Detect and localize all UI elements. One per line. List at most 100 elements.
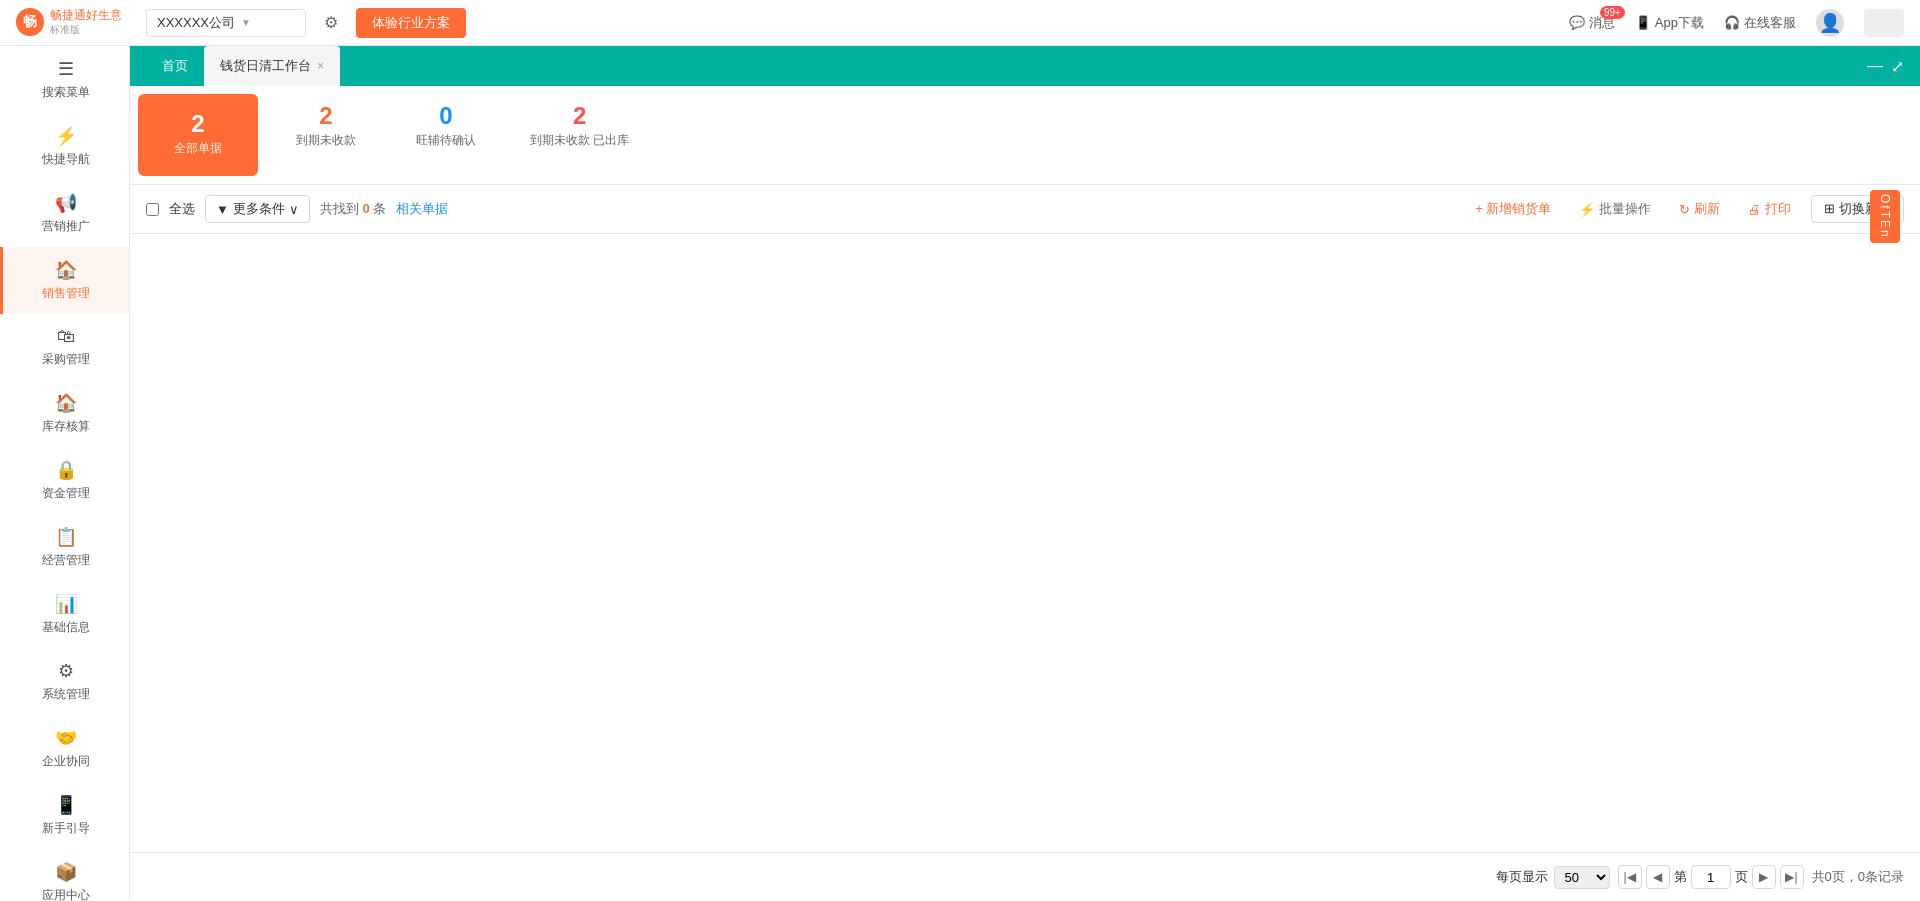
messages-button[interactable]: 💬 消息 99+ [1569,14,1615,32]
page-unit: 页 [1735,868,1748,886]
sidebar-label-finance: 资金管理 [42,485,90,502]
sidebar-label-app-center: 应用中心 [42,887,90,901]
sidebar-icon-marketing: 📢 [55,192,77,214]
next-page-button[interactable]: ▶ [1752,865,1776,889]
sidebar-item-sales[interactable]: 🏠 销售管理 [0,247,129,314]
tab-maximize-btn[interactable]: ⤢ [1891,57,1904,76]
sidebar-icon-enterprise-coop: 🤝 [55,727,77,749]
page-navigation: |◀ ◀ 第 页 ▶ ▶| [1618,865,1804,889]
tab-home-label: 首页 [162,57,188,75]
sidebar-item-quick-nav[interactable]: ⚡ 快捷导航 [0,113,129,180]
sidebar-item-beginner[interactable]: 📱 新手引导 [0,782,129,849]
stat-all-number: 2 [162,110,234,138]
app-download-button[interactable]: 📱 App下载 [1635,14,1704,32]
online-service-button[interactable]: 🎧 在线客服 [1724,14,1796,32]
tab-actions: — ⤢ [1867,57,1904,76]
sidebar-item-app-center[interactable]: 📦 应用中心 [0,849,129,901]
often-badge[interactable]: OfTEn [1870,190,1900,243]
stat-due-unpaid-label: 到期未收款 [290,132,362,149]
print-icon: 🖨 [1748,202,1761,217]
tab-close-icon[interactable]: × [317,59,324,73]
last-page-button[interactable]: ▶| [1780,865,1804,889]
add-sales-order-button[interactable]: + 新增销货单 [1467,196,1559,222]
stat-card-due-unpaid[interactable]: 2 到期未收款 [266,86,386,184]
toolbar-left: 全选 ▼ 更多条件 ∨ 共找到 0 条 相关单据 [146,195,1455,223]
top-right-actions: 💬 消息 99+ 📱 App下载 🎧 在线客服 👤 [1569,9,1904,37]
first-page-button[interactable]: |◀ [1618,865,1642,889]
chevron-down-icon: ▼ [241,17,251,28]
sidebar-item-finance[interactable]: 🔒 资金管理 [0,447,129,514]
logo-tag: 标准版 [50,23,122,37]
page-label: 第 [1674,868,1687,886]
tab-workbench[interactable]: 钱货日清工作台 × [204,46,340,86]
toolbar-right: + 新增销货单 ⚡ 批量操作 ↻ 刷新 🖨 打印 ⊞ [1467,195,1904,223]
logo-icon: 畅 [16,8,44,36]
stat-pending-label: 旺辅待确认 [410,132,482,149]
sidebar-label-purchase: 采购管理 [42,351,90,368]
pagination: 每页显示 50 20 100 |◀ ◀ 第 页 ▶ ▶| 共0页，0条记 [130,852,1920,901]
sidebar-item-marketing[interactable]: 📢 营销推广 [0,180,129,247]
total-info: 共0页，0条记录 [1812,868,1904,886]
top-bar: 畅 畅捷通好生意 标准版 XXXXXX公司 ▼ ⚙ 体验行业方案 💬 消息 99… [0,0,1920,46]
sidebar-icon-app-center: 📦 [55,861,77,883]
stat-pending-number: 0 [410,102,482,130]
sidebar-icon-system: ⚙ [58,660,74,682]
main-layout: ☰ 搜索菜单 ⚡ 快捷导航 📢 营销推广 🏠 销售管理 🛍 采购管理 🏠 库存核… [0,46,1920,901]
stat-card-due-unshipped[interactable]: 2 到期未收款 已出库 [506,86,653,184]
stat-card-all[interactable]: 2 全部单据 [138,94,258,176]
company-selector[interactable]: XXXXXX公司 ▼ [146,9,306,37]
sidebar-label-system: 系统管理 [42,686,90,703]
stats-cards: 2 全部单据 2 到期未收款 0 旺辅待确认 2 到期未收款 已出库 [130,86,1920,185]
sidebar-icon-finance: 🔒 [55,459,77,481]
batch-operation-button[interactable]: ⚡ 批量操作 [1571,196,1659,222]
sidebar-item-operations[interactable]: 📋 经营管理 [0,514,129,581]
settings-button[interactable]: ⚙ [316,8,346,38]
print-button[interactable]: 🖨 打印 [1740,196,1799,222]
user-menu[interactable] [1864,9,1904,37]
sidebar-item-system[interactable]: ⚙ 系统管理 [0,648,129,715]
per-page-label: 每页显示 [1496,868,1548,886]
sidebar-item-enterprise-coop[interactable]: 🤝 企业协同 [0,715,129,782]
messages-badge: 99+ [1600,6,1625,19]
filter-chevron-icon: ∨ [289,202,299,217]
logo-area: 畅 畅捷通好生意 标准版 [16,8,146,36]
sidebar-label-inventory: 库存核算 [42,418,90,435]
trial-button[interactable]: 体验行业方案 [356,8,466,38]
sidebar-item-basic-info[interactable]: 📊 基础信息 [0,581,129,648]
logo-text: 畅捷通好生意 [50,8,122,22]
content-wrapper: 首页 钱货日清工作台 × — ⤢ 2 全部单据 2 到期未收款 [130,46,1920,901]
sidebar-icon-operations: 📋 [55,526,77,548]
sidebar-item-inventory[interactable]: 🏠 库存核算 [0,380,129,447]
related-records-link[interactable]: 相关单据 [396,200,448,218]
stat-unshipped-number: 2 [530,102,629,130]
sidebar-icon-search-menu: ☰ [58,58,74,80]
content-area: 2 全部单据 2 到期未收款 0 旺辅待确认 2 到期未收款 已出库 [130,86,1920,901]
sidebar-label-marketing: 营销推广 [42,218,90,235]
stat-card-pending-confirm[interactable]: 0 旺辅待确认 [386,86,506,184]
filter-button[interactable]: ▼ 更多条件 ∨ [205,195,310,223]
tab-workbench-label: 钱货日清工作台 [220,57,311,75]
prev-page-button[interactable]: ◀ [1646,865,1670,889]
download-icon: 📱 [1635,15,1651,30]
sidebar-icon-inventory: 🏠 [55,392,77,414]
refresh-button[interactable]: ↻ 刷新 [1671,196,1728,222]
tab-minimize-btn[interactable]: — [1867,57,1883,76]
service-icon: 🎧 [1724,15,1740,30]
sidebar-label-quick-nav: 快捷导航 [42,151,90,168]
sidebar-icon-sales: 🏠 [55,259,77,281]
table-area [130,234,1920,852]
sidebar-item-purchase[interactable]: 🛍 采购管理 [0,314,129,380]
sidebar-icon-purchase: 🛍 [57,326,75,347]
per-page-select[interactable]: 50 20 100 [1554,866,1610,889]
company-name: XXXXXX公司 [157,14,235,32]
app-download-label: App下载 [1655,14,1704,32]
sidebar-label-basic-info: 基础信息 [42,619,90,636]
stat-due-unpaid-number: 2 [290,102,362,130]
page-input[interactable] [1691,865,1731,889]
user-avatar[interactable]: 👤 [1816,9,1844,37]
tab-home[interactable]: 首页 [146,46,204,86]
batch-icon: ⚡ [1579,202,1595,217]
sidebar-item-search-menu[interactable]: ☰ 搜索菜单 [0,46,129,113]
select-all-checkbox[interactable] [146,203,159,216]
found-text: 共找到 0 条 [320,200,386,218]
